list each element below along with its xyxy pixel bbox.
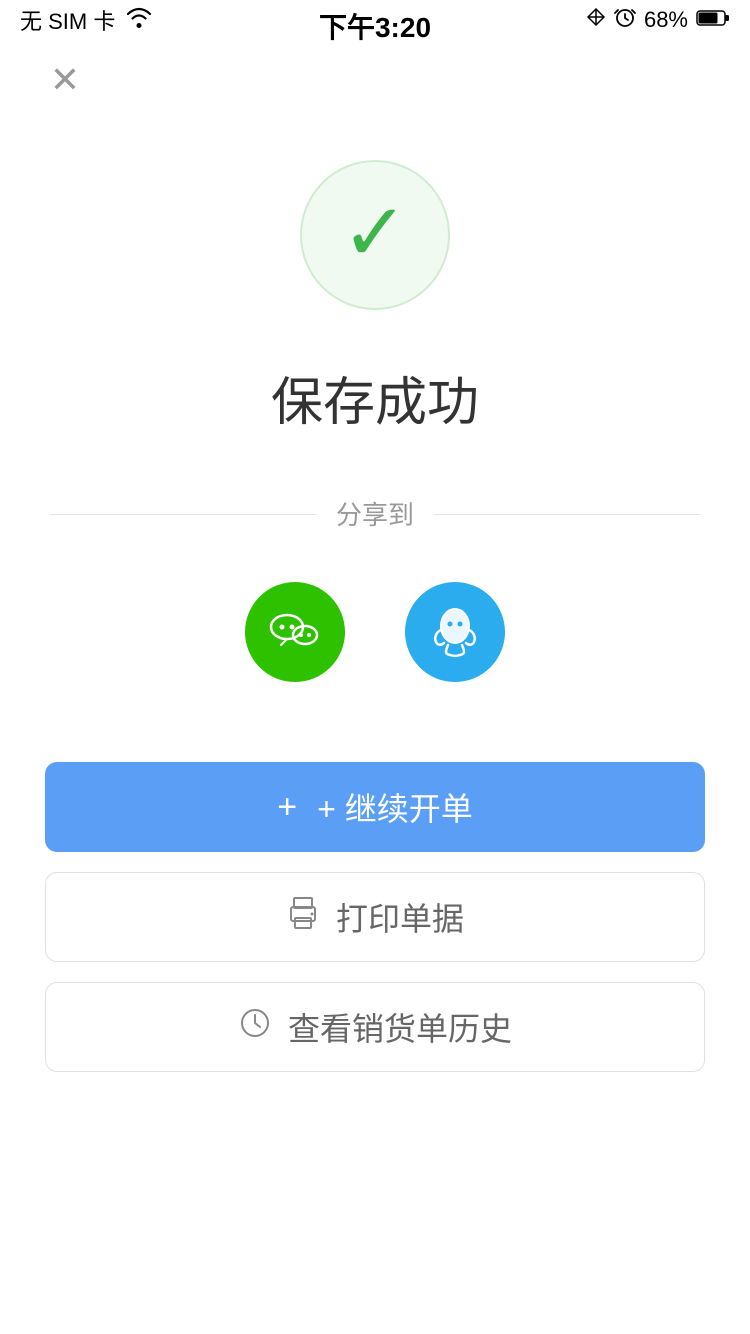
main-content: ✓ 保存成功 分享到 <box>0 40 750 1072</box>
wifi-icon <box>125 6 153 34</box>
share-label: 分享到 <box>316 495 434 532</box>
share-icons <box>245 582 505 682</box>
qq-share-button[interactable] <box>405 582 505 682</box>
action-buttons: + + 继续开单 打印单据 查看销货单历史 <box>45 762 705 1072</box>
wechat-share-button[interactable] <box>245 582 345 682</box>
close-button[interactable]: ✕ <box>40 55 90 105</box>
no-sim-label: 无 SIM 卡 <box>20 4 115 36</box>
continue-order-button[interactable]: + + 继续开单 <box>45 762 705 852</box>
battery-icon <box>696 7 730 33</box>
alarm-icon <box>614 6 636 34</box>
history-label: 查看销货单历史 <box>288 1004 512 1050</box>
status-time: 下午3:20 <box>319 6 431 46</box>
close-icon: ✕ <box>50 59 80 101</box>
status-bar: 无 SIM 卡 下午3:20 68% <box>0 0 750 40</box>
qq-icon <box>426 602 484 663</box>
wechat-icon <box>265 601 325 664</box>
status-right: 68% <box>586 6 730 34</box>
success-circle: ✓ <box>300 160 450 310</box>
print-label: 打印单据 <box>336 894 464 940</box>
plus-icon: + <box>277 788 297 827</box>
history-button[interactable]: 查看销货单历史 <box>45 982 705 1072</box>
printer-icon <box>286 896 320 938</box>
history-icon <box>238 1006 272 1048</box>
checkmark-icon: ✓ <box>341 193 408 273</box>
share-divider: 分享到 <box>0 495 750 532</box>
location-icon <box>586 7 606 33</box>
continue-label: + 继续开单 <box>317 784 473 830</box>
print-button[interactable]: 打印单据 <box>45 872 705 962</box>
status-left: 无 SIM 卡 <box>20 4 153 36</box>
battery-percentage: 68% <box>644 7 688 33</box>
success-title: 保存成功 <box>271 360 479 435</box>
